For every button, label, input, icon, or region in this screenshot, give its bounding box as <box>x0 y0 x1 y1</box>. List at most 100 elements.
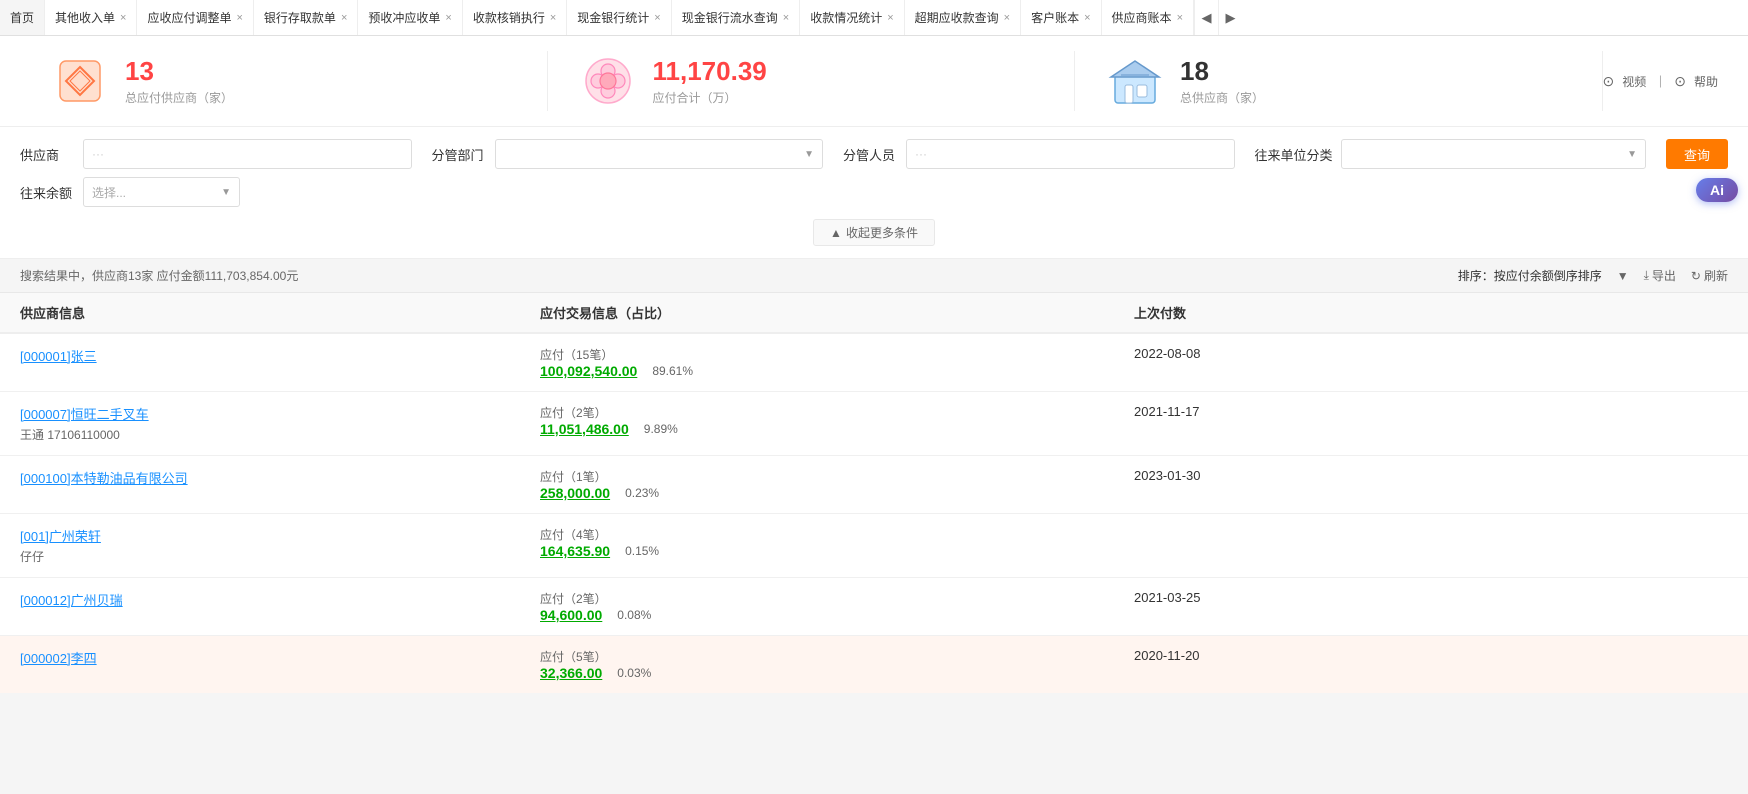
nav-label-overdue: 超期应收款查询 <box>915 9 999 26</box>
trade-label-4: 应付（2笔） <box>540 590 1134 607</box>
nav-item-cash-flow[interactable]: 现金银行流水查询 × <box>672 0 800 36</box>
nav-item-adjustment[interactable]: 应收应付调整单 × <box>137 0 253 36</box>
dept-input[interactable]: ▼ <box>495 139 824 169</box>
lastpay-cell-2: 2023-01-30 <box>1134 468 1728 483</box>
nav-prev-arrow[interactable]: ◀ <box>1194 0 1218 36</box>
supplier-link-0[interactable]: [000001]张三 <box>20 349 97 364</box>
close-icon-8[interactable]: × <box>887 12 893 24</box>
trade-label-5: 应付（5笔） <box>540 648 1134 665</box>
nav-item-collection[interactable]: 收款核销执行 × <box>463 0 567 36</box>
close-icon-9[interactable]: × <box>1004 12 1010 24</box>
ai-button[interactable]: Ai <box>1696 178 1738 202</box>
result-info-text: 搜索结果中，供应商13家 应付金额111,703,854.00元 <box>20 267 298 284</box>
search-bar: 供应商 ··· 分管部门 ▼ 分管人员 ··· 往来单位分类 ▼ <box>0 127 1748 259</box>
payable-suppliers-value: 13 <box>125 56 233 87</box>
nav-item-bank[interactable]: 银行存取款单 × <box>254 0 358 36</box>
close-icon-5[interactable]: × <box>550 12 556 24</box>
table-row: [000012]广州贝瑞 应付（2笔） 94,600.00 0.08% 2021… <box>0 578 1748 636</box>
close-icon-2[interactable]: × <box>236 12 242 24</box>
nav-item-advance[interactable]: 预收冲应收单 × <box>358 0 462 36</box>
last-pay-date-1: 2021-11-17 <box>1134 404 1200 419</box>
balance-input[interactable]: 选择... ▼ <box>83 177 240 207</box>
search-row-1: 供应商 ··· 分管部门 ▼ 分管人员 ··· 往来单位分类 ▼ <box>20 139 1728 169</box>
nav-item-supplier-ledger[interactable]: 供应商账本 × <box>1102 0 1194 36</box>
nav-item-customer-ledger[interactable]: 客户账本 × <box>1021 0 1101 36</box>
trade-label-0: 应付（15笔） <box>540 346 1134 363</box>
supplier-link-1[interactable]: [000007]恒旺二手叉车 <box>20 407 149 422</box>
table-row-highlighted: [000002]李四 应付（5笔） 32,366.00 0.03% 2020-1… <box>0 636 1748 693</box>
close-icon-6[interactable]: × <box>654 12 660 24</box>
lastpay-cell-0: 2022-08-08 <box>1134 346 1728 361</box>
dept-dropdown-arrow: ▼ <box>804 149 814 160</box>
supplier-link-4[interactable]: [000012]广州贝瑞 <box>20 593 123 608</box>
search-field-balance: 往来余额 选择... ▼ <box>20 177 240 207</box>
refresh-button[interactable]: ↻ 刷新 <box>1691 267 1728 284</box>
nav-item-collection-stat[interactable]: 收款情况统计 × <box>800 0 904 36</box>
trade-amount-0[interactable]: 100,092,540.00 <box>540 363 637 379</box>
refresh-icon: ↻ <box>1691 269 1701 283</box>
supplier-cell-2: [000100]本特勒油品有限公司 <box>20 468 540 487</box>
search-field-supplier: 供应商 ··· <box>20 139 412 169</box>
close-icon-3[interactable]: × <box>341 12 347 24</box>
person-input[interactable]: ··· <box>906 139 1235 169</box>
result-bar: 搜索结果中，供应商13家 应付金额111,703,854.00元 排序：按应付余… <box>0 259 1748 293</box>
close-icon-1[interactable]: × <box>120 12 126 24</box>
nav-label-other-income: 其他收入单 <box>55 9 115 26</box>
category-label: 往来单位分类 <box>1255 145 1333 164</box>
close-icon-4[interactable]: × <box>445 12 451 24</box>
sort-label[interactable]: 排序：按应付余额倒序排序 <box>1458 267 1602 284</box>
lastpay-cell-4: 2021-03-25 <box>1134 590 1728 605</box>
table-row: [000001]张三 应付（15笔） 100,092,540.00 89.61%… <box>0 334 1748 392</box>
summary-card-payable-suppliers: 13 总应付供应商（家） <box>20 51 548 111</box>
nav-item-overdue[interactable]: 超期应收款查询 × <box>905 0 1021 36</box>
supplier-input[interactable]: ··· <box>83 139 412 169</box>
payable-total-label: 应付合计（万） <box>653 89 767 106</box>
export-label: 导出 <box>1652 267 1676 284</box>
nav-label-collection: 收款核销执行 <box>473 9 545 26</box>
person-placeholder: ··· <box>915 147 927 161</box>
trade-amount-1[interactable]: 11,051,486.00 <box>540 421 629 437</box>
category-input[interactable]: ▼ <box>1341 139 1646 169</box>
person-label: 分管人员 <box>843 145 898 164</box>
last-pay-date-2: 2023-01-30 <box>1134 468 1201 483</box>
flower-icon <box>578 51 638 111</box>
video-link[interactable]: 视频 <box>1622 73 1646 90</box>
supplier-link-2[interactable]: [000100]本特勒油品有限公司 <box>20 471 188 486</box>
export-button[interactable]: ⤓ 导出 <box>1644 267 1676 284</box>
close-icon-11[interactable]: × <box>1177 12 1183 24</box>
lastpay-cell-5: 2020-11-20 <box>1134 648 1728 663</box>
supplier-placeholder: ··· <box>92 147 104 161</box>
export-icon: ⤓ <box>1644 268 1649 283</box>
last-pay-date-0: 2022-08-08 <box>1134 346 1201 361</box>
supplier-link-3[interactable]: [001]广州荣轩 <box>20 529 101 544</box>
nav-item-cash-stat[interactable]: 现金银行统计 × <box>567 0 671 36</box>
nav-item-home[interactable]: 首页 <box>0 0 45 36</box>
collapse-button[interactable]: ▲ 收起更多条件 <box>813 219 935 246</box>
close-icon-7[interactable]: × <box>783 12 789 24</box>
nav-label-advance: 预收冲应收单 <box>368 9 440 26</box>
dept-label: 分管部门 <box>432 145 487 164</box>
trade-amount-2[interactable]: 258,000.00 <box>540 485 610 501</box>
close-icon-10[interactable]: × <box>1084 12 1090 24</box>
trade-amount-3[interactable]: 164,635.90 <box>540 543 610 559</box>
supplier-link-5[interactable]: [000002]李四 <box>20 651 97 666</box>
trade-cell-5: 应付（5笔） 32,366.00 0.03% <box>540 648 1134 681</box>
lastpay-cell-1: 2021-11-17 <box>1134 404 1728 419</box>
nav-next-arrow[interactable]: ▶ <box>1218 0 1242 36</box>
nav-item-other-income[interactable]: 其他收入单 × <box>45 0 137 36</box>
search-button[interactable]: 查询 <box>1666 139 1728 169</box>
table-header: 供应商信息 应付交易信息（占比） 上次付数 <box>0 293 1748 334</box>
trade-label-2: 应付（1笔） <box>540 468 1134 485</box>
supplier-cell-0: [000001]张三 <box>20 346 540 365</box>
trade-cell-3: 应付（4笔） 164,635.90 0.15% <box>540 526 1134 559</box>
balance-label: 往来余额 <box>20 183 75 202</box>
trade-amount-5[interactable]: 32,366.00 <box>540 665 602 681</box>
trade-percent-5: 0.03% <box>617 666 651 680</box>
nav-bar: 首页 其他收入单 × 应收应付调整单 × 银行存取款单 × 预收冲应收单 × 收… <box>0 0 1748 36</box>
sort-dropdown-icon: ▼ <box>1617 269 1629 283</box>
supplier-cell-3: [001]广州荣轩 仔仔 <box>20 526 540 565</box>
table-row: [000007]恒旺二手叉车 王通 17106110000 应付（2笔） 11,… <box>0 392 1748 456</box>
trade-amount-4[interactable]: 94,600.00 <box>540 607 602 623</box>
help-link[interactable]: 帮助 <box>1694 73 1718 90</box>
result-actions: 排序：按应付余额倒序排序 ▼ ⤓ 导出 ↻ 刷新 <box>1458 267 1728 284</box>
